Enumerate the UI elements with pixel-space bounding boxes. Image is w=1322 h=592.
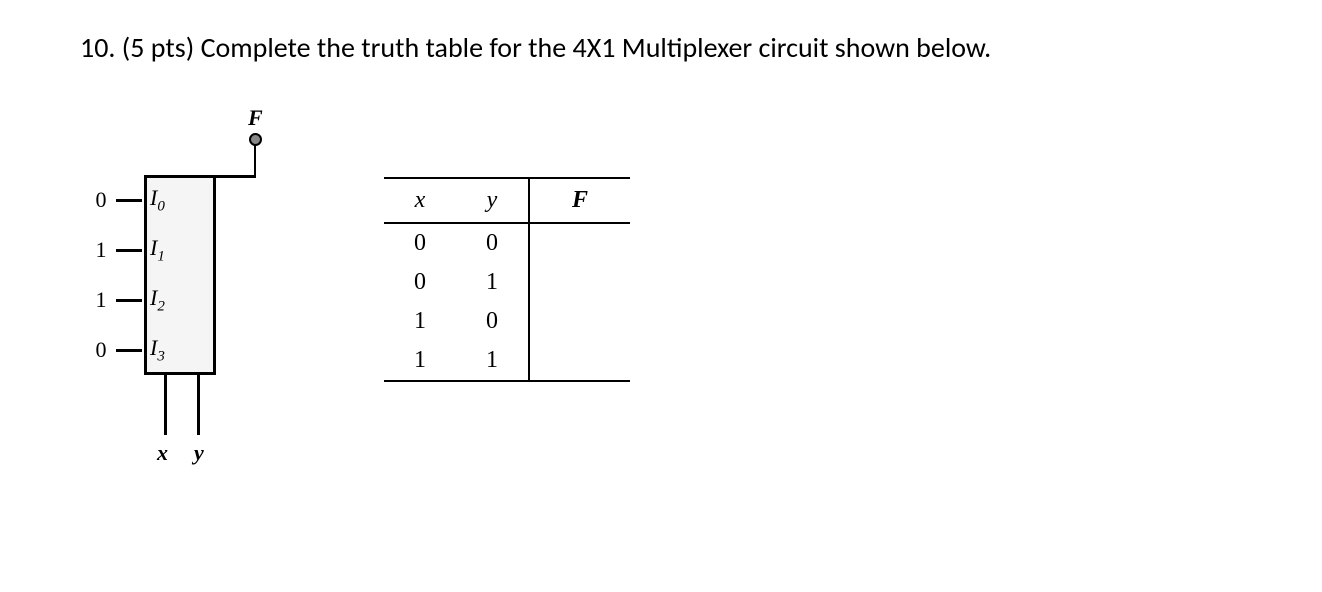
cell-x: 1 [384, 341, 456, 381]
mux-output-wire-vert [254, 145, 256, 177]
table-row: 1 0 [384, 302, 630, 341]
question-points: (5 pts) [122, 30, 194, 65]
mux-input-0: 0 I0 [94, 185, 165, 215]
mux-diagram: F 0 I0 1 I1 1 I2 0 [94, 105, 314, 505]
mux-input-0-label: I0 [150, 185, 165, 215]
cell-f [529, 341, 630, 381]
question-body: Complete the truth table for the 4X1 Mul… [201, 30, 992, 65]
cell-y: 0 [456, 302, 529, 341]
mux-input-1-value: 1 [94, 237, 108, 263]
cell-f [529, 223, 630, 263]
mux-select-x-label: x [157, 440, 168, 466]
question-text: 10. (5 pts) Complete the truth table for… [80, 30, 1242, 65]
mux-input-3-label: I3 [150, 335, 165, 365]
cell-y: 0 [456, 223, 529, 263]
mux-input-1: 1 I1 [94, 235, 165, 265]
mux-input-2-value: 1 [94, 287, 108, 313]
truth-table-header-x: x [384, 178, 456, 223]
mux-input-1-label: I1 [150, 235, 165, 265]
cell-y: 1 [456, 263, 529, 302]
table-row: 1 1 [384, 341, 630, 381]
truth-table-header-f: F [529, 178, 630, 223]
cell-x: 0 [384, 263, 456, 302]
mux-select-x-wire [164, 375, 167, 435]
mux-input-2-wire [116, 299, 142, 302]
truth-table: x y F 0 0 0 1 1 0 [384, 177, 630, 382]
mux-select-y-label: y [194, 440, 204, 466]
mux-output-wire-horiz [216, 175, 256, 178]
mux-input-2: 1 I2 [94, 285, 165, 315]
mux-input-0-value: 0 [94, 187, 108, 213]
cell-y: 1 [456, 341, 529, 381]
cell-f [529, 302, 630, 341]
mux-input-3-wire [116, 349, 142, 352]
table-row: 0 0 [384, 223, 630, 263]
mux-input-3-value: 0 [94, 337, 108, 363]
mux-input-1-wire [116, 249, 142, 252]
cell-x: 1 [384, 302, 456, 341]
cell-f [529, 263, 630, 302]
mux-input-3: 0 I3 [94, 335, 165, 365]
table-row: 0 1 [384, 263, 630, 302]
mux-output-label: F [248, 105, 263, 131]
question-number: 10. [80, 30, 115, 65]
content-row: F 0 I0 1 I1 1 I2 0 [94, 105, 1242, 505]
truth-table-header-y: y [456, 178, 529, 223]
cell-x: 0 [384, 223, 456, 263]
mux-input-0-wire [116, 199, 142, 202]
mux-input-2-label: I2 [150, 285, 165, 315]
mux-select-y-wire [197, 375, 200, 435]
